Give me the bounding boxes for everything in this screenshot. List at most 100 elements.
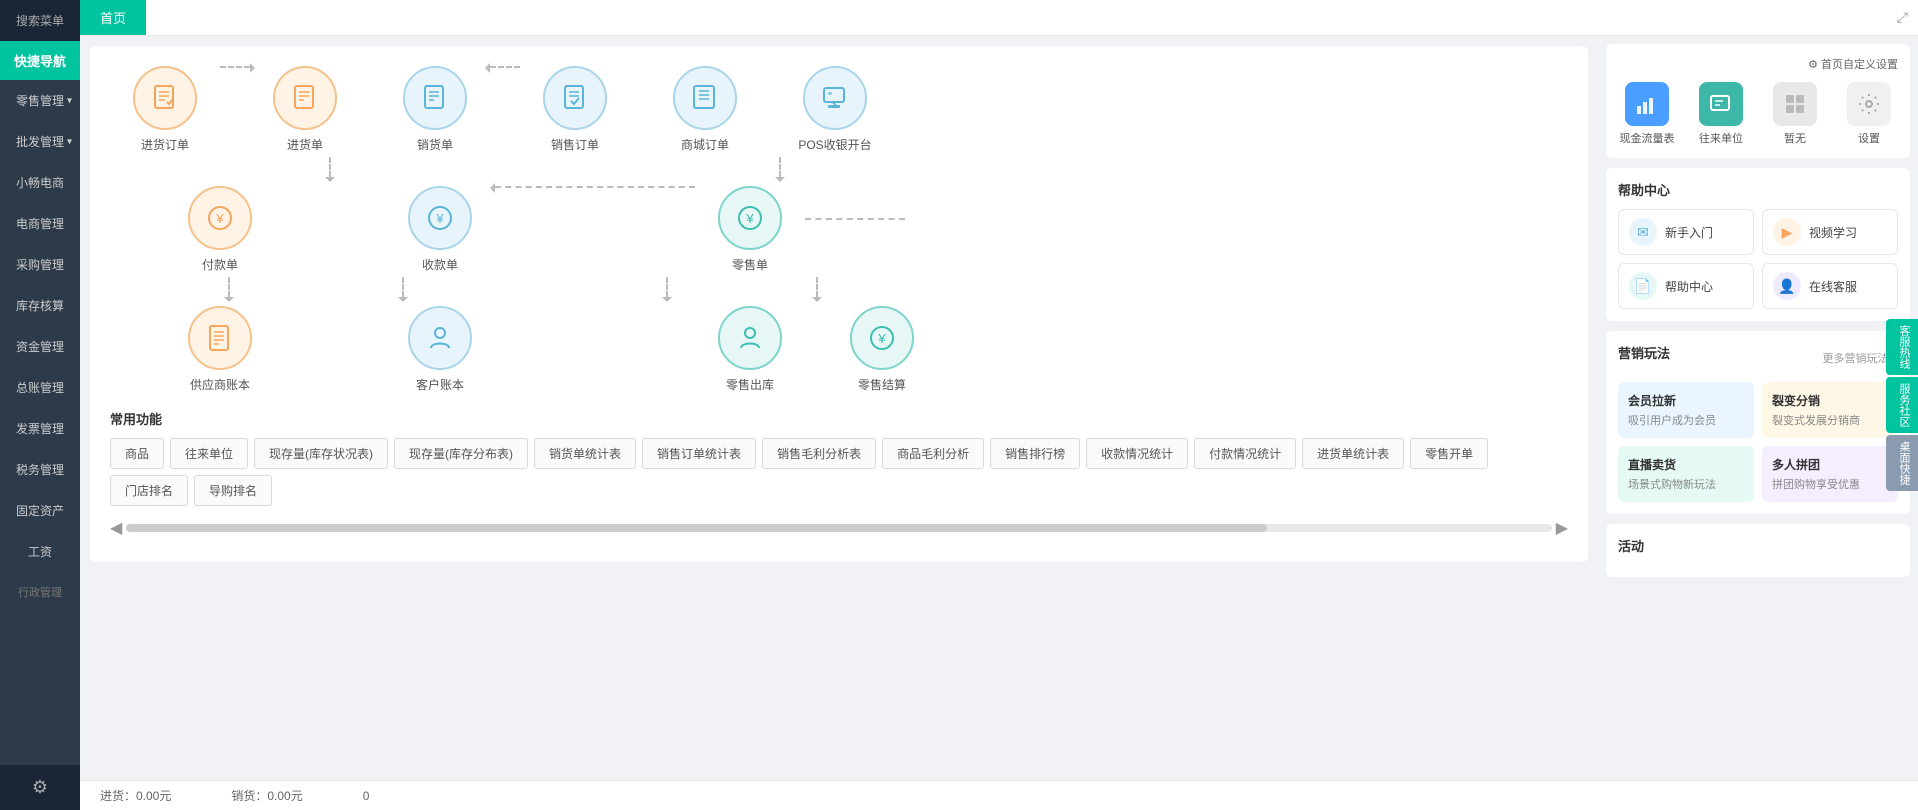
node-mall-order[interactable]: 商城订单 — [650, 66, 760, 153]
func-btn-sales-stat[interactable]: 销货单统计表 — [534, 438, 636, 469]
video-icon: ▶ — [1773, 218, 1801, 246]
sidebar: 搜索菜单 快捷导航 零售管理 ▾ 批发管理 ▾ 小畅电商 电商管理 采购管理 库… — [0, 0, 80, 810]
float-buttons: 客服热线 服务社区 桌面快捷 — [1886, 319, 1918, 491]
float-btn-community[interactable]: 服务社区 — [1886, 377, 1918, 433]
sidebar-item-retail[interactable]: 零售管理 ▾ — [0, 80, 80, 121]
chevron-down-icon: ▾ — [67, 95, 72, 106]
none-icon — [1773, 82, 1817, 126]
node-purchase-order[interactable]: 进货订单 — [110, 66, 220, 153]
sidebar-item-payroll[interactable]: 工资 — [0, 531, 80, 572]
scroll-left-btn[interactable]: ◀ — [110, 518, 122, 538]
sidebar-item-tax[interactable]: 税务管理 — [0, 449, 80, 490]
marketing-item-group[interactable]: 多人拼团 拼团购物享受优惠 — [1762, 446, 1898, 502]
member-sub: 吸引用户成为会员 — [1628, 412, 1744, 428]
func-btn-stock1[interactable]: 现存量(库存状况表) — [254, 438, 388, 469]
invoice-label: 发票管理 — [16, 420, 64, 437]
beginner-label: 新手入门 — [1665, 224, 1713, 241]
func-btn-sales-profit[interactable]: 销售毛利分析表 — [762, 438, 876, 469]
scrollbar-thumb — [126, 524, 1266, 532]
none-label: 暂无 — [1784, 130, 1806, 146]
func-btn-retail-order[interactable]: 零售开单 — [1410, 438, 1488, 469]
node-purchase[interactable]: 进货单 — [250, 66, 360, 153]
content-area: 进货订单 进货单 — [80, 36, 1918, 780]
float-btn-desktop[interactable]: 桌面快捷 — [1886, 435, 1918, 491]
sidebar-item-ledger[interactable]: 总账管理 — [0, 367, 80, 408]
help-item-beginner[interactable]: ✉ 新手入门 — [1618, 209, 1754, 255]
flow-card: 进货订单 进货单 — [90, 46, 1588, 562]
node-pos[interactable]: POS收银开台 — [780, 66, 890, 153]
help-center-label: 帮助中心 — [1665, 278, 1713, 295]
tab-home[interactable]: 首页 — [80, 0, 146, 35]
common-func-title: 常用功能 — [110, 409, 1568, 428]
customize-btn[interactable]: ⚙ 首页自定义设置 — [1808, 56, 1898, 72]
func-btn-sales-order-stat[interactable]: 销售订单统计表 — [642, 438, 756, 469]
admin-label: 行政管理 — [18, 584, 62, 600]
func-btn-guide-rank[interactable]: 导购排名 — [194, 475, 272, 506]
quick-access-card: ⚙ 首页自定义设置 现金流量表 往来单位 — [1606, 44, 1910, 158]
float-btn-service[interactable]: 客服热线 — [1886, 319, 1918, 375]
sidebar-item-admin[interactable]: 行政管理 — [0, 572, 80, 612]
func-btn-partners[interactable]: 往来单位 — [170, 438, 248, 469]
bottom-bar: 进货：0.00元 销货：0.00元 0 — [80, 780, 1918, 810]
help-item-service[interactable]: 👤 在线客服 — [1762, 263, 1898, 309]
func-btn-sales-rank[interactable]: 销售排行榜 — [990, 438, 1080, 469]
sidebar-item-assets[interactable]: 固定资产 — [0, 490, 80, 531]
func-btn-goods[interactable]: 商品 — [110, 438, 164, 469]
cashflow-label: 现金流量表 — [1620, 130, 1675, 146]
sidebar-search[interactable]: 搜索菜单 — [0, 0, 80, 41]
main-area: 首页 ⤢ 进货订单 — [80, 0, 1918, 810]
node-retail-warehouse[interactable]: 零售出库 — [695, 306, 805, 393]
sidebar-item-ec-mgmt[interactable]: 电商管理 — [0, 203, 80, 244]
ledger-label: 总账管理 — [16, 379, 64, 396]
member-title: 会员拉新 — [1628, 392, 1744, 409]
node-customer-account[interactable]: 客户账本 — [385, 306, 495, 393]
sidebar-item-finance[interactable]: 资金管理 — [0, 326, 80, 367]
quick-item-partners[interactable]: 往来单位 — [1692, 82, 1750, 146]
purchase-icon — [273, 66, 337, 130]
activity-title: 活动 — [1618, 536, 1898, 555]
marketing-title: 营销玩法 — [1618, 343, 1670, 362]
expand-icon[interactable]: ⤢ — [1897, 9, 1908, 25]
ec-mgmt-label: 电商管理 — [16, 215, 64, 232]
help-item-help[interactable]: 📄 帮助中心 — [1618, 263, 1754, 309]
marketing-item-member[interactable]: 会员拉新 吸引用户成为会员 — [1618, 382, 1754, 438]
sidebar-item-invoice[interactable]: 发票管理 — [0, 408, 80, 449]
customer-account-label: 客户账本 — [416, 376, 464, 393]
marketing-item-fission[interactable]: 裂变分销 裂变式发展分销商 — [1762, 382, 1898, 438]
quick-item-none[interactable]: 暂无 — [1766, 82, 1824, 146]
scrollbar-track[interactable] — [126, 524, 1551, 532]
arrow-down-mall — [779, 157, 781, 177]
sidebar-item-ecommerce[interactable]: 小畅电商 — [0, 162, 80, 203]
sidebar-nav-label: 快捷导航 — [0, 41, 80, 80]
func-btn-stock2[interactable]: 现存量(库存分布表) — [394, 438, 528, 469]
sales-order-label: 销售订单 — [551, 136, 599, 153]
marketing-item-live[interactable]: 直播卖货 场景式购物新玩法 — [1618, 446, 1754, 502]
help-icon: 📄 — [1629, 272, 1657, 300]
supplier-account-label: 供应商账本 — [190, 376, 250, 393]
node-payment-in[interactable]: ¥ 收款单 — [385, 186, 495, 273]
quick-item-settings[interactable]: 设置 — [1840, 82, 1898, 146]
func-btn-purchase-stat[interactable]: 进货单统计表 — [1302, 438, 1404, 469]
sidebar-item-wholesale[interactable]: 批发管理 ▾ — [0, 121, 80, 162]
mall-order-icon — [673, 66, 737, 130]
node-sales[interactable]: 销货单 — [380, 66, 490, 153]
sidebar-item-inventory[interactable]: 库存核算 — [0, 285, 80, 326]
right-panel: ⚙ 首页自定义设置 现金流量表 往来单位 — [1598, 36, 1918, 780]
retail-settle-icon: ¥ — [850, 306, 914, 370]
node-payment-out[interactable]: ¥ 付款单 — [165, 186, 275, 273]
sidebar-settings[interactable]: ⚙ — [0, 765, 80, 810]
func-btn-goods-profit[interactable]: 商品毛利分析 — [882, 438, 984, 469]
func-btn-receipt-stat[interactable]: 收款情况统计 — [1086, 438, 1188, 469]
supplier-account-icon — [188, 306, 252, 370]
func-btn-payment-stat[interactable]: 付款情况统计 — [1194, 438, 1296, 469]
node-supplier-account[interactable]: 供应商账本 — [165, 306, 275, 393]
node-retail-settle[interactable]: ¥ 零售结算 — [827, 306, 937, 393]
help-title: 帮助中心 — [1618, 180, 1898, 199]
quick-item-cashflow[interactable]: 现金流量表 — [1618, 82, 1676, 146]
sidebar-item-purchase[interactable]: 采购管理 — [0, 244, 80, 285]
node-sales-order[interactable]: 销售订单 — [520, 66, 630, 153]
help-item-video[interactable]: ▶ 视频学习 — [1762, 209, 1898, 255]
scroll-right-btn[interactable]: ▶ — [1556, 518, 1568, 538]
func-btn-store-rank[interactable]: 门店排名 — [110, 475, 188, 506]
node-retail[interactable]: ¥ 零售单 — [695, 186, 805, 273]
